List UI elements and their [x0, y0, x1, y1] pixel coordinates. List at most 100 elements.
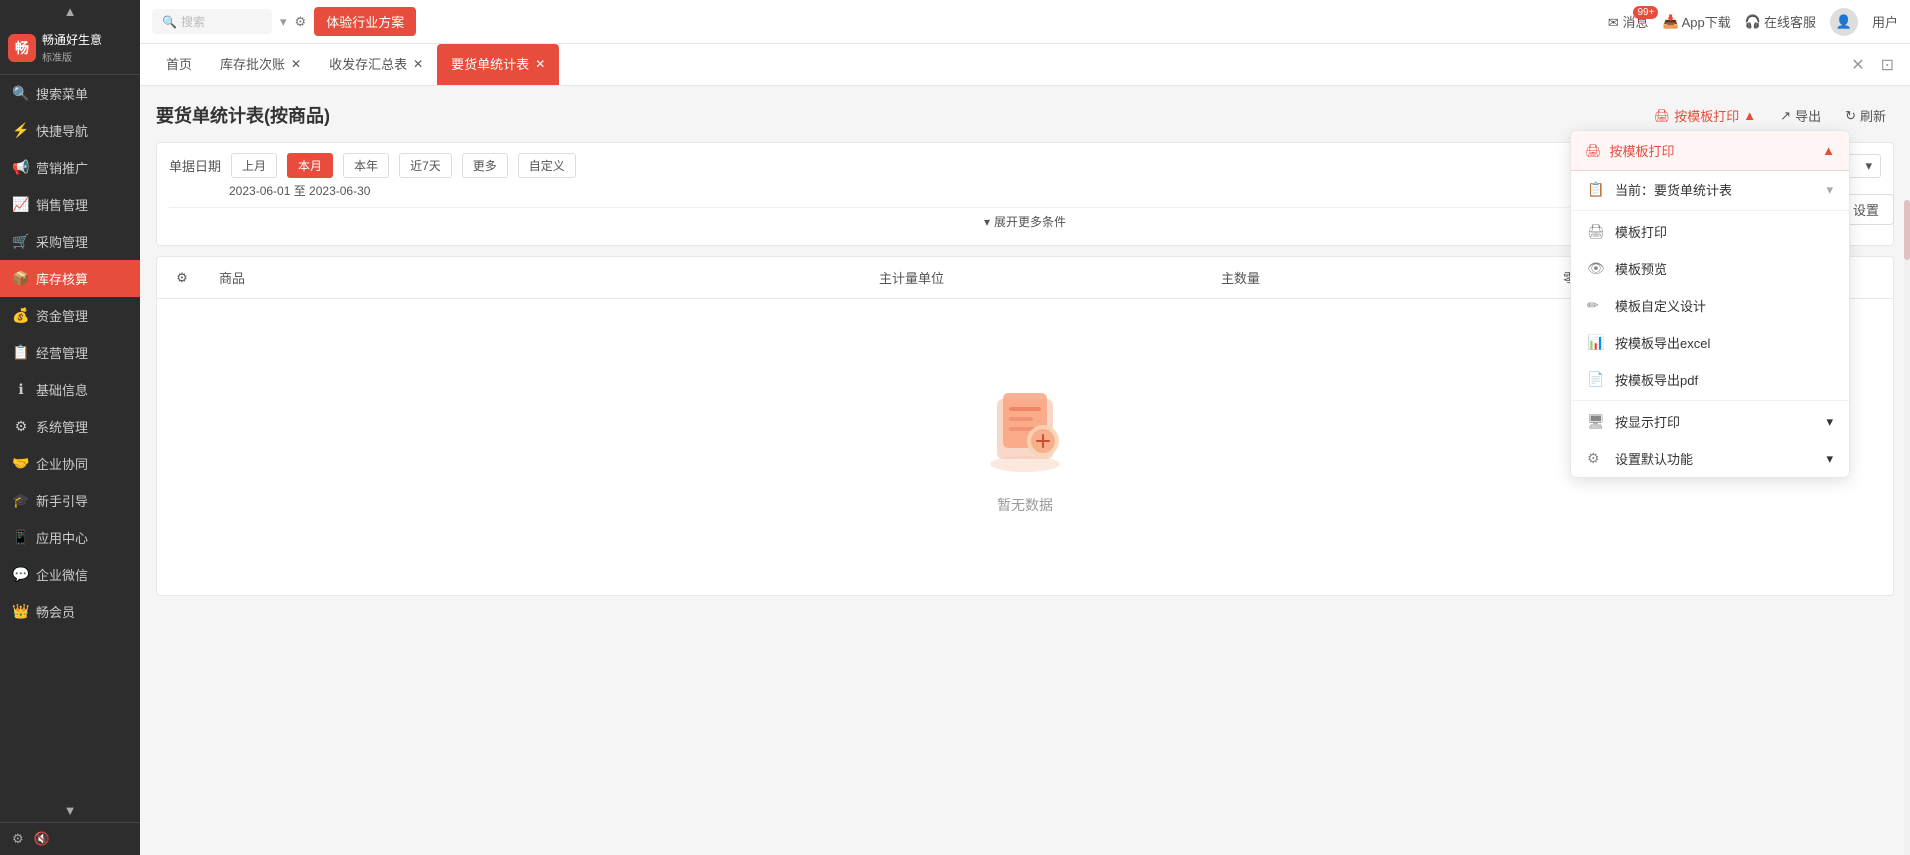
tab-bar: 首页 库存批次账 ✕ 收发存汇总表 ✕ 要货单统计表 ✕ ✕ ⊡	[140, 44, 1910, 86]
table-settings-col[interactable]: ⚙	[157, 270, 207, 286]
dropdown-sub-display-print[interactable]: 🖥 按显示打印 ▾	[1571, 403, 1849, 440]
table-col-product: 商品	[207, 268, 867, 287]
tab-close-receive-summary[interactable]: ✕	[413, 57, 423, 71]
trial-button[interactable]: 体验行业方案	[314, 7, 416, 36]
tab-close-all-button[interactable]: ✕	[1847, 55, 1868, 75]
tab-inventory-batch[interactable]: 库存批次账 ✕	[206, 44, 315, 85]
table-settings-icon[interactable]: ⚙	[176, 270, 188, 286]
sidebar-scroll-down[interactable]: ▼	[0, 799, 140, 822]
dropdown-title: 按模板打印	[1610, 141, 1675, 160]
tab-receive-summary[interactable]: 收发存汇总表 ✕	[315, 44, 437, 85]
online-service-link[interactable]: 🎧 在线客服	[1745, 12, 1816, 31]
filter-7days[interactable]: 近7天	[399, 153, 452, 178]
sidebar-item-system[interactable]: ⚙ 系统管理	[0, 408, 140, 445]
sidebar-item-member[interactable]: 👑 畅会员	[0, 593, 140, 630]
info-icon: ℹ	[12, 380, 30, 398]
sidebar: ▲ 畅 畅通好生意 标准版 🔍 搜索菜单 ⚡ 快捷导航 📢 营销推广 📈 销售管…	[0, 0, 140, 855]
tabs-end: ✕ ⊡	[1847, 55, 1898, 75]
tab-label: 收发存汇总表	[329, 54, 407, 73]
dropdown-item-label: 按模板导出pdf	[1615, 370, 1698, 389]
sidebar-item-finance[interactable]: 💰 资金管理	[0, 297, 140, 334]
topbar-gear-icon[interactable]: ⚙	[295, 14, 307, 30]
filter-last-month[interactable]: 上月	[231, 153, 277, 178]
dropdown-divider-2	[1571, 400, 1849, 401]
tab-expand-button[interactable]: ⊡	[1877, 55, 1898, 75]
gear-icon: ⚙	[12, 417, 30, 435]
empty-text: 暂无数据	[997, 495, 1053, 515]
dropdown-item-label: 模板预览	[1615, 259, 1667, 278]
empty-icon	[975, 379, 1075, 479]
dropdown-item-export-excel[interactable]: 📊 按模板导出excel	[1571, 324, 1849, 361]
tab-close-order-stats[interactable]: ✕	[535, 57, 545, 71]
user-avatar[interactable]: 👤	[1830, 8, 1858, 36]
sidebar-item-shortcut[interactable]: ⚡ 快捷导航	[0, 112, 140, 149]
dropdown-item-template-print[interactable]: 🖨 模板打印	[1571, 213, 1849, 250]
sidebar-item-basic-info[interactable]: ℹ 基础信息	[0, 371, 140, 408]
filter-this-year[interactable]: 本年	[343, 153, 389, 178]
sound-icon[interactable]: 🔇	[34, 831, 50, 847]
export-icon: ↗	[1780, 108, 1791, 124]
sidebar-item-label: 畅会员	[36, 602, 75, 621]
tab-order-stats[interactable]: 要货单统计表 ✕	[437, 44, 559, 85]
dropdown-item-export-pdf[interactable]: 📄 按模板导出pdf	[1571, 361, 1849, 398]
avatar-icon: 👤	[1836, 14, 1852, 30]
sidebar-item-apps[interactable]: 📱 应用中心	[0, 519, 140, 556]
topbar-chevron[interactable]: ▾	[280, 14, 287, 30]
cart-icon: 🛒	[12, 232, 30, 250]
pdf-export-icon: 📄	[1587, 371, 1605, 388]
set-default-chevron-icon: ▾	[1826, 451, 1833, 467]
export-button[interactable]: ↗ 导出	[1772, 102, 1829, 129]
filter-custom[interactable]: 自定义	[518, 153, 576, 178]
sidebar-item-label: 基础信息	[36, 380, 88, 399]
printer-icon: 🖨	[1654, 108, 1671, 124]
template-preview-icon: 👁	[1587, 260, 1605, 277]
search-icon: 🔍	[162, 15, 177, 29]
messages-count: 99+	[1633, 6, 1658, 19]
dropdown-item-label: 模板自定义设计	[1615, 296, 1706, 315]
dropdown-header-left: 🖨 按模板打印	[1585, 141, 1675, 160]
sidebar-item-enterprise[interactable]: 🤝 企业协同	[0, 445, 140, 482]
sidebar-item-marketing[interactable]: 📢 营销推广	[0, 149, 140, 186]
sidebar-item-label: 快捷导航	[36, 121, 88, 140]
date-filter-label: 单据日期	[169, 156, 221, 175]
app-download-link[interactable]: 📥 App下载	[1662, 12, 1730, 31]
messages-badge-container[interactable]: ✉ 消息 99+	[1608, 12, 1649, 31]
dropdown-item-template-design[interactable]: ✏ 模板自定义设计	[1571, 287, 1849, 324]
sidebar-item-label: 系统管理	[36, 417, 88, 436]
filter-this-month[interactable]: 本月	[287, 153, 333, 178]
mobile-icon: 📱	[12, 528, 30, 546]
settings-bottom-icon[interactable]: ⚙	[12, 831, 24, 847]
sidebar-nav: 🔍 搜索菜单 ⚡ 快捷导航 📢 营销推广 📈 销售管理 🛒 采购管理 📦 库存核…	[0, 75, 140, 799]
display-print-chevron-icon: ▾	[1826, 414, 1833, 430]
dropdown-item-current[interactable]: 📋 当前：要货单统计表 ▾	[1571, 171, 1849, 208]
sidebar-item-label: 企业协同	[36, 454, 88, 473]
sidebar-item-sales[interactable]: 📈 销售管理	[0, 186, 140, 223]
current-template-icon: 📋	[1587, 181, 1605, 198]
sidebar-item-search[interactable]: 🔍 搜索菜单	[0, 75, 140, 112]
sidebar-item-guide[interactable]: 🎓 新手引导	[0, 482, 140, 519]
display-print-icon: 🖥	[1587, 413, 1605, 430]
excel-export-icon: 📊	[1587, 334, 1605, 351]
sidebar-scroll-up[interactable]: ▲	[0, 0, 140, 23]
topbar-search-box[interactable]: 🔍 搜索	[152, 9, 272, 34]
sidebar-item-label: 企业微信	[36, 565, 88, 584]
sidebar-item-label: 搜索菜单	[36, 84, 88, 103]
dropdown-sub-set-default[interactable]: ⚙ 设置默认功能 ▾	[1571, 440, 1849, 477]
refresh-button[interactable]: ↻ 刷新	[1837, 102, 1894, 129]
sidebar-item-purchase[interactable]: 🛒 采购管理	[0, 223, 140, 260]
filter-more[interactable]: 更多	[462, 153, 508, 178]
tab-home[interactable]: 首页	[152, 44, 206, 85]
tab-close-inventory-batch[interactable]: ✕	[291, 57, 301, 71]
dropdown-sub-display-left: 🖥 按显示打印	[1587, 412, 1680, 431]
main-area: 🔍 搜索 ▾ ⚙ 体验行业方案 ✉ 消息 99+ 📥 App下载 🎧 在线客服 …	[140, 0, 1910, 855]
page-title: 要货单统计表(按商品)	[156, 102, 1894, 128]
sidebar-item-wechat[interactable]: 💬 企业微信	[0, 556, 140, 593]
sidebar-item-operations[interactable]: 📋 经营管理	[0, 334, 140, 371]
sidebar-item-inventory[interactable]: 📦 库存核算	[0, 260, 140, 297]
dropdown-close-chevron[interactable]: ▲	[1822, 143, 1835, 158]
sidebar-item-label: 资金管理	[36, 306, 88, 325]
dropdown-item-template-preview[interactable]: 👁 模板预览	[1571, 250, 1849, 287]
headset-icon: 🎧	[1745, 14, 1761, 30]
scrollbar-thumb[interactable]	[1904, 200, 1910, 260]
print-button[interactable]: 🖨 按模板打印 ▲	[1646, 102, 1764, 129]
